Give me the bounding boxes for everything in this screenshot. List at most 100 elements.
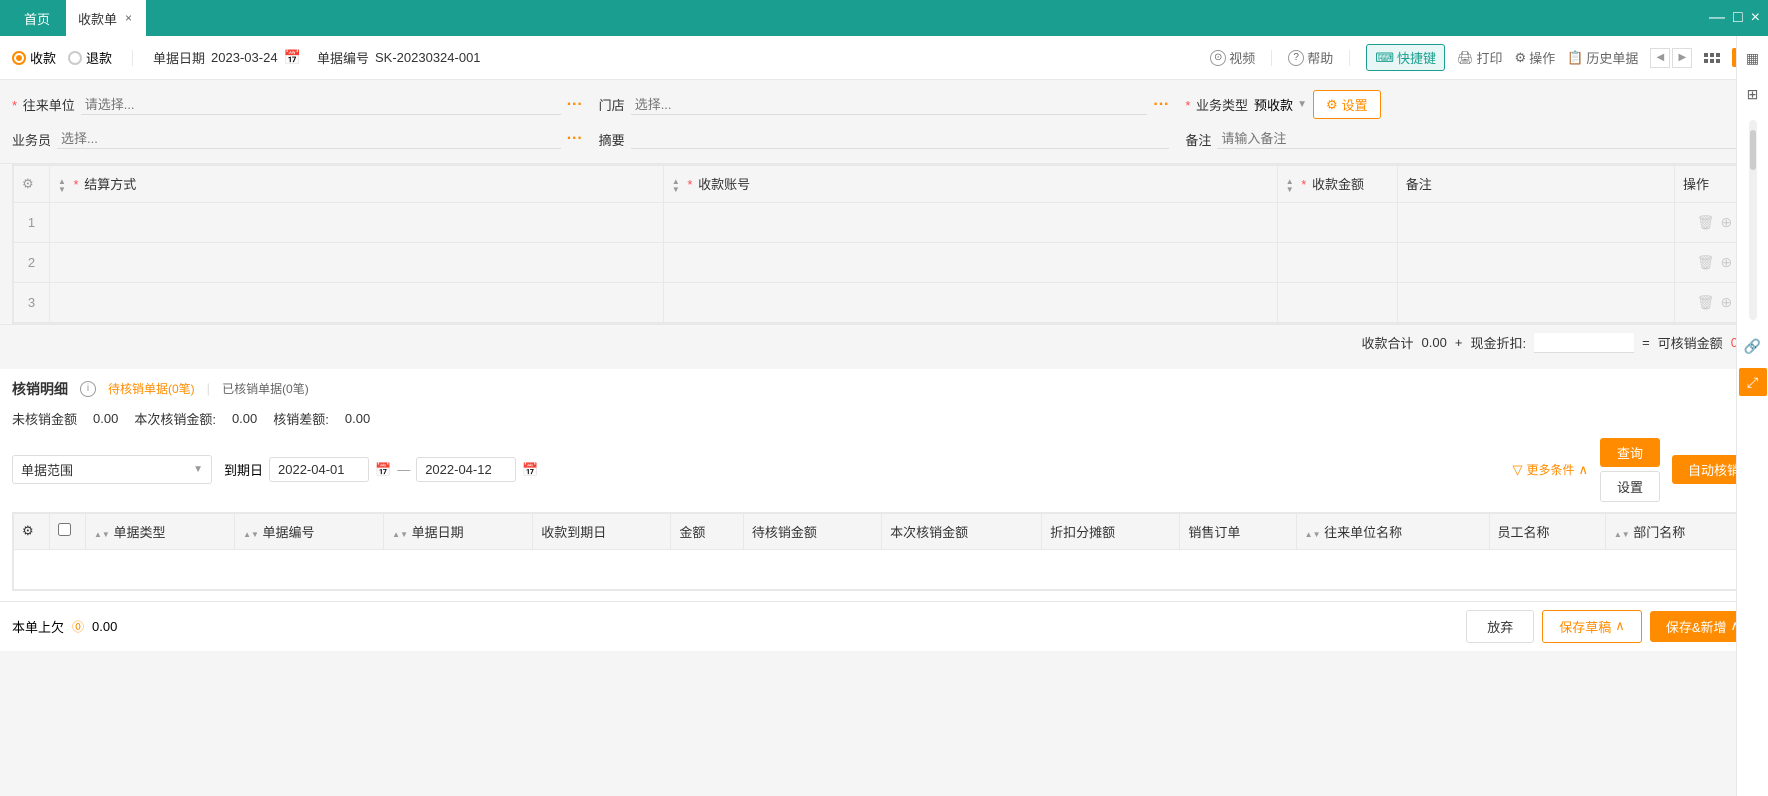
row1-delete-icon[interactable]: 🗑 — [1697, 214, 1715, 231]
salesperson-input[interactable] — [57, 129, 561, 149]
help-btn[interactable]: ? 帮助 — [1288, 48, 1333, 67]
tab-active[interactable]: 收款单 × — [66, 0, 146, 36]
radio-collection-dot — [12, 51, 26, 65]
sidebar-expand-icon[interactable]: ⤢ — [1739, 368, 1767, 396]
row3-notes[interactable] — [1397, 282, 1674, 322]
radio-return-dot — [68, 51, 82, 65]
nav-arrows: ◀ ▶ — [1650, 48, 1692, 68]
grid-view-btn[interactable] — [1704, 53, 1720, 63]
operation-btn[interactable]: ⚙ 操作 — [1515, 48, 1556, 67]
row2-notes[interactable] — [1397, 242, 1674, 282]
sidebar-link-icon[interactable]: 🔗 — [1739, 332, 1767, 360]
verify-header: 核销明细 i 待核销单据(0笔) | 已核销单据(0笔) — [12, 379, 1756, 399]
due-start-input[interactable] — [269, 457, 369, 482]
verify-current-header: 本次核销金额 — [882, 513, 1042, 549]
radio-collection[interactable]: 收款 — [12, 48, 56, 67]
upper-info-icon[interactable]: ⓪ — [72, 618, 84, 635]
verify-info-icon[interactable]: i — [80, 381, 96, 397]
abandon-btn[interactable]: 放弃 — [1466, 610, 1534, 643]
video-btn[interactable]: ⊙ 视频 — [1210, 48, 1255, 67]
maximize-btn[interactable]: □ — [1733, 9, 1743, 27]
verify-select-all[interactable] — [58, 523, 71, 536]
minimize-btn[interactable]: — — [1709, 9, 1725, 27]
query-btn[interactable]: 查询 — [1600, 438, 1660, 467]
verify-verified-tab[interactable]: 已核销单据(0笔) — [222, 380, 309, 397]
nav-next-btn[interactable]: ▶ — [1672, 48, 1692, 68]
row2-copy-icon[interactable]: ⊕ — [1721, 254, 1733, 271]
bottom-bar: 本单上欠 ⓪ 0.00 放弃 保存草稿 ∧ 保存&新增 ∧ — [0, 601, 1768, 651]
verify-title: 核销明细 — [12, 379, 68, 399]
scope-select[interactable]: 单据范围 ▼ — [12, 455, 212, 484]
store-more-btn[interactable]: ··· — [1153, 96, 1169, 114]
discount-input[interactable] — [1534, 333, 1634, 353]
verify-employee-header: 员工名称 — [1489, 513, 1605, 549]
business-type-select[interactable]: 预收款 ▼ — [1254, 95, 1307, 114]
plus-sign: + — [1455, 335, 1463, 350]
calendar-icon[interactable]: 📅 — [284, 49, 301, 66]
row1-account[interactable] — [663, 202, 1277, 242]
operation-icon: ⚙ — [1515, 50, 1527, 66]
nav-prev-btn[interactable]: ◀ — [1650, 48, 1670, 68]
row1-notes[interactable] — [1397, 202, 1674, 242]
sidebar-table-icon[interactable]: ▦ — [1739, 44, 1767, 72]
print-btn[interactable]: 🖨 打印 — [1457, 48, 1503, 67]
verify-gear-header[interactable]: ⚙ — [14, 513, 50, 549]
summary-input[interactable] — [631, 129, 1170, 149]
table-row: 3 🗑 ⊕ — [14, 282, 1755, 322]
calendar-start-icon[interactable]: 📅 — [375, 462, 391, 478]
settings-btn[interactable]: ⚙ 设置 — [1313, 90, 1381, 119]
row3-account[interactable] — [663, 282, 1277, 322]
close-btn[interactable]: × — [1751, 9, 1760, 27]
row2-settlement[interactable] — [50, 242, 664, 282]
due-end-input[interactable] — [416, 457, 516, 482]
salesperson-more-btn[interactable]: ··· — [567, 130, 583, 148]
row2-delete-icon[interactable]: 🗑 — [1697, 254, 1715, 271]
row3-copy-icon[interactable]: ⊕ — [1721, 294, 1733, 311]
counterpart-more-btn[interactable]: ··· — [567, 96, 583, 114]
due-date-field: 到期日 📅 — 📅 — [224, 457, 538, 482]
store-input[interactable] — [631, 95, 1148, 115]
notes-input[interactable] — [1217, 129, 1756, 149]
video-icon: ⊙ — [1210, 50, 1226, 66]
row2-amount[interactable] — [1277, 242, 1397, 282]
tab-close-btn[interactable]: × — [123, 11, 134, 25]
divider3 — [1349, 50, 1350, 66]
row2-account[interactable] — [663, 242, 1277, 282]
row3-delete-icon[interactable]: 🗑 — [1697, 294, 1715, 311]
filter-icon: ▽ — [1512, 462, 1522, 478]
verify-checkbox-header[interactable] — [50, 513, 86, 549]
row1-amount[interactable] — [1277, 202, 1397, 242]
window-controls: — □ × — [1709, 9, 1760, 27]
gear-col-header[interactable]: ⚙ — [14, 166, 50, 203]
equals-sign: = — [1642, 335, 1650, 350]
more-conditions-btn[interactable]: 更多条件 — [1526, 461, 1574, 478]
sidebar-grid-icon[interactable]: ⊞ — [1739, 80, 1767, 108]
save-draft-btn[interactable]: 保存草稿 ∧ — [1542, 610, 1642, 643]
verify-filter-row: 单据范围 ▼ 到期日 📅 — 📅 — [12, 438, 1756, 502]
radio-return[interactable]: 退款 — [68, 48, 112, 67]
form-section: * 往来单位 ··· 门店 ··· * 业务类型 — [0, 80, 1768, 164]
row1-settlement[interactable] — [50, 202, 664, 242]
calendar-end-icon[interactable]: 📅 — [522, 462, 538, 478]
verify-pending-tab[interactable]: 待核销单据(0笔) — [108, 380, 195, 397]
help-label: 帮助 — [1307, 48, 1333, 67]
business-type-value: 预收款 — [1254, 95, 1293, 114]
row-num-3: 3 — [14, 282, 50, 322]
verify-dept-header: ▲▼ 部门名称 — [1605, 513, 1754, 549]
verify-gear-icon[interactable]: ⚙ — [22, 523, 34, 538]
notes-field: 备注 — [1185, 129, 1756, 149]
scrollbar[interactable] — [1749, 120, 1757, 320]
tab-home[interactable]: 首页 — [8, 0, 66, 36]
shortcut-btn[interactable]: ⌨ 快捷键 — [1366, 44, 1445, 71]
radio-return-label: 退款 — [86, 48, 112, 67]
discount-label: 现金折扣: — [1470, 333, 1526, 352]
row1-copy-icon[interactable]: ⊕ — [1721, 214, 1733, 231]
tab-home-label: 首页 — [24, 9, 50, 28]
row3-amount[interactable] — [1277, 282, 1397, 322]
row3-settlement[interactable] — [50, 282, 664, 322]
number-value: SK-20230324-001 — [375, 50, 481, 65]
counterpart-input[interactable] — [81, 95, 561, 115]
table-gear-icon[interactable]: ⚙ — [22, 176, 34, 191]
history-btn[interactable]: 📋 历史单据 — [1567, 48, 1638, 67]
verify-settings-btn[interactable]: 设置 — [1600, 471, 1660, 502]
